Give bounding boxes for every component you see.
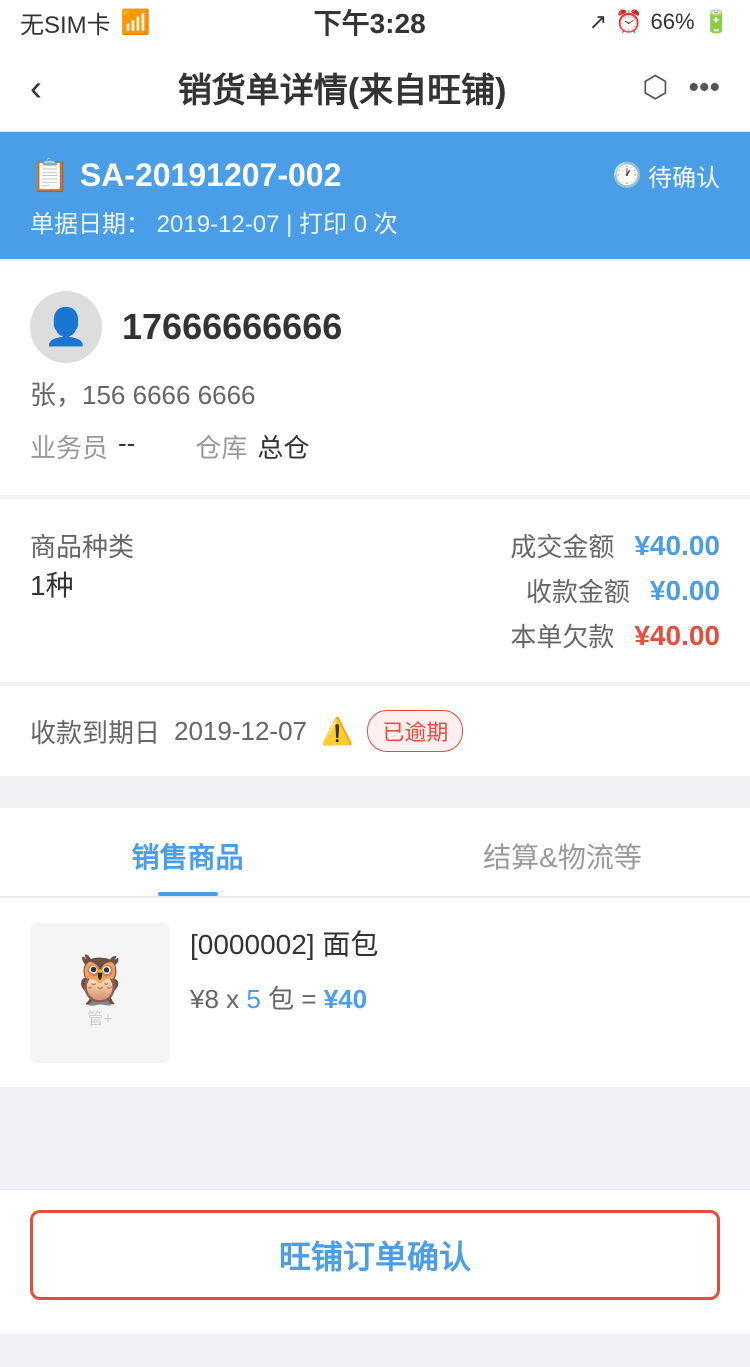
status-bar-right: ↗ ⏰ 66% 🔋: [589, 9, 730, 35]
overdue-badge: 已逾期: [367, 710, 463, 752]
nav-bar: ‹ 销货单详情(来自旺铺) ⬡ •••: [0, 44, 750, 132]
product-info: [0000002] 面包 ¥8 x 5 包 = ¥40: [190, 923, 720, 1016]
status-bar-time: 下午3:28: [314, 2, 426, 42]
product-section: 🦉 管+ [0000002] 面包 ¥8 x 5 包 = ¥40: [0, 899, 750, 1087]
product-item: 🦉 管+ [0000002] 面包 ¥8 x 5 包 = ¥40: [30, 923, 720, 1063]
divider-1: [0, 495, 750, 497]
product-owl-icon: 🦉: [70, 957, 130, 1005]
customer-meta: 业务员 -- 仓库 总仓: [30, 428, 720, 465]
product-qty: 5: [246, 984, 260, 1014]
order-header: 📋 SA-20191207-002 🕐 待确认 单据日期： 2019-12-07…: [0, 132, 750, 259]
tab-underline: [158, 892, 218, 896]
divider-2: [0, 682, 750, 684]
product-name: [0000002] 面包: [190, 923, 720, 963]
order-date: 2019-12-07: [157, 211, 280, 238]
avatar-icon: 👤: [44, 306, 89, 348]
order-meta: 单据日期： 2019-12-07 | 打印 0 次: [30, 204, 720, 239]
due-date-label: 收款到期日: [30, 713, 160, 750]
warning-icon: ⚠️: [321, 716, 353, 747]
owed-amount-row: 本单欠款 ¥40.00: [510, 617, 720, 654]
bottom-bar: 旺铺订单确认: [0, 1189, 750, 1334]
received-amount-label: 收款金额: [526, 572, 630, 609]
order-status-text: 待确认: [648, 158, 720, 193]
product-title: 面包: [322, 929, 378, 960]
product-owl-text: 管+: [70, 1005, 130, 1029]
sales-value: --: [118, 428, 135, 465]
sales-rep: 业务员 --: [30, 428, 135, 465]
confirm-order-button[interactable]: 旺铺订单确认: [30, 1210, 720, 1300]
product-type-value: 1种: [30, 564, 134, 604]
order-id-text: SA-20191207-002: [80, 157, 342, 194]
print-label: 打印: [299, 211, 347, 238]
multiply-sign: x: [226, 984, 239, 1014]
transaction-amount-value: ¥40.00: [634, 530, 720, 562]
transaction-amount-row: 成交金额 ¥40.00: [510, 527, 720, 564]
owed-amount-value: ¥40.00: [634, 620, 720, 652]
product-calculation: ¥8 x 5 包 = ¥40: [190, 979, 720, 1016]
order-header-top: 📋 SA-20191207-002 🕐 待确认: [30, 156, 720, 194]
received-amount-value: ¥0.00: [650, 575, 720, 607]
print-suffix: 次: [374, 211, 398, 238]
customer-section: 👤 17666666666 张，156 6666 6666 业务员 -- 仓库 …: [0, 261, 750, 495]
tabs-section: 销售商品 结算&物流等: [0, 808, 750, 897]
product-unit: 包: [268, 984, 294, 1014]
clock-icon: 🕐: [612, 161, 642, 190]
battery-text: 66%: [651, 9, 695, 35]
due-date-section: 收款到期日 2019-12-07 ⚠️ 已逾期: [0, 686, 750, 776]
summary-section: 商品种类 1种 成交金额 ¥40.00 收款金额 ¥0.00 本单欠款 ¥40.…: [0, 499, 750, 682]
product-code: [0000002]: [190, 929, 315, 960]
product-image: 🦉 管+: [30, 923, 170, 1063]
order-id: 📋 SA-20191207-002: [30, 156, 341, 194]
nav-actions: ⬡ •••: [642, 70, 720, 105]
share-icon[interactable]: ⬡: [642, 70, 668, 105]
carrier-text: 无SIM卡: [20, 5, 111, 40]
received-amount-row: 收款金额 ¥0.00: [526, 572, 720, 609]
status-bar: 无SIM卡 📶 下午3:28 ↗ ⏰ 66% 🔋: [0, 0, 750, 44]
warehouse-label: 仓库: [195, 428, 247, 465]
location-icon: ↗: [589, 9, 607, 35]
product-type-label: 商品种类: [30, 527, 134, 564]
tab-sales-products[interactable]: 销售商品: [0, 808, 375, 896]
due-date-value: 2019-12-07: [174, 716, 307, 747]
warehouse-value: 总仓: [257, 428, 309, 465]
customer-name: 张，156 6666 6666: [30, 375, 720, 412]
order-icon: 📋: [30, 156, 70, 194]
tab-settlement-logistics[interactable]: 结算&物流等: [375, 808, 750, 896]
tab-sales-label: 销售商品: [131, 842, 243, 873]
summary-right: 成交金额 ¥40.00 收款金额 ¥0.00 本单欠款 ¥40.00: [510, 527, 720, 654]
battery-icon: 🔋: [703, 9, 730, 35]
avatar: 👤: [30, 291, 102, 363]
owed-amount-label: 本单欠款: [510, 617, 614, 654]
summary-left: 商品种类 1种: [30, 527, 134, 604]
equals-sign: =: [301, 984, 316, 1014]
order-date-label: 单据日期：: [30, 211, 150, 238]
product-total: ¥40: [324, 984, 367, 1014]
order-status: 🕐 待确认: [612, 158, 720, 193]
status-bar-left: 无SIM卡 📶: [20, 5, 151, 40]
customer-header: 👤 17666666666: [30, 291, 720, 363]
divider-3: [0, 776, 750, 792]
tab-settlement-label: 结算&物流等: [483, 842, 642, 873]
alarm-icon: ⏰: [615, 9, 642, 35]
customer-phone: 17666666666: [122, 306, 342, 348]
page-title: 销货单详情(来自旺铺): [178, 63, 507, 112]
meta-separator: |: [286, 211, 299, 238]
sales-label: 业务员: [30, 428, 108, 465]
more-icon[interactable]: •••: [688, 71, 720, 105]
back-button[interactable]: ‹: [30, 67, 42, 109]
print-count: 0: [354, 211, 367, 238]
tabs-row: 销售商品 结算&物流等: [0, 808, 750, 896]
wifi-icon: 📶: [121, 8, 151, 37]
product-price: ¥8: [190, 984, 219, 1014]
warehouse: 仓库 总仓: [195, 428, 309, 465]
transaction-amount-label: 成交金额: [510, 527, 614, 564]
